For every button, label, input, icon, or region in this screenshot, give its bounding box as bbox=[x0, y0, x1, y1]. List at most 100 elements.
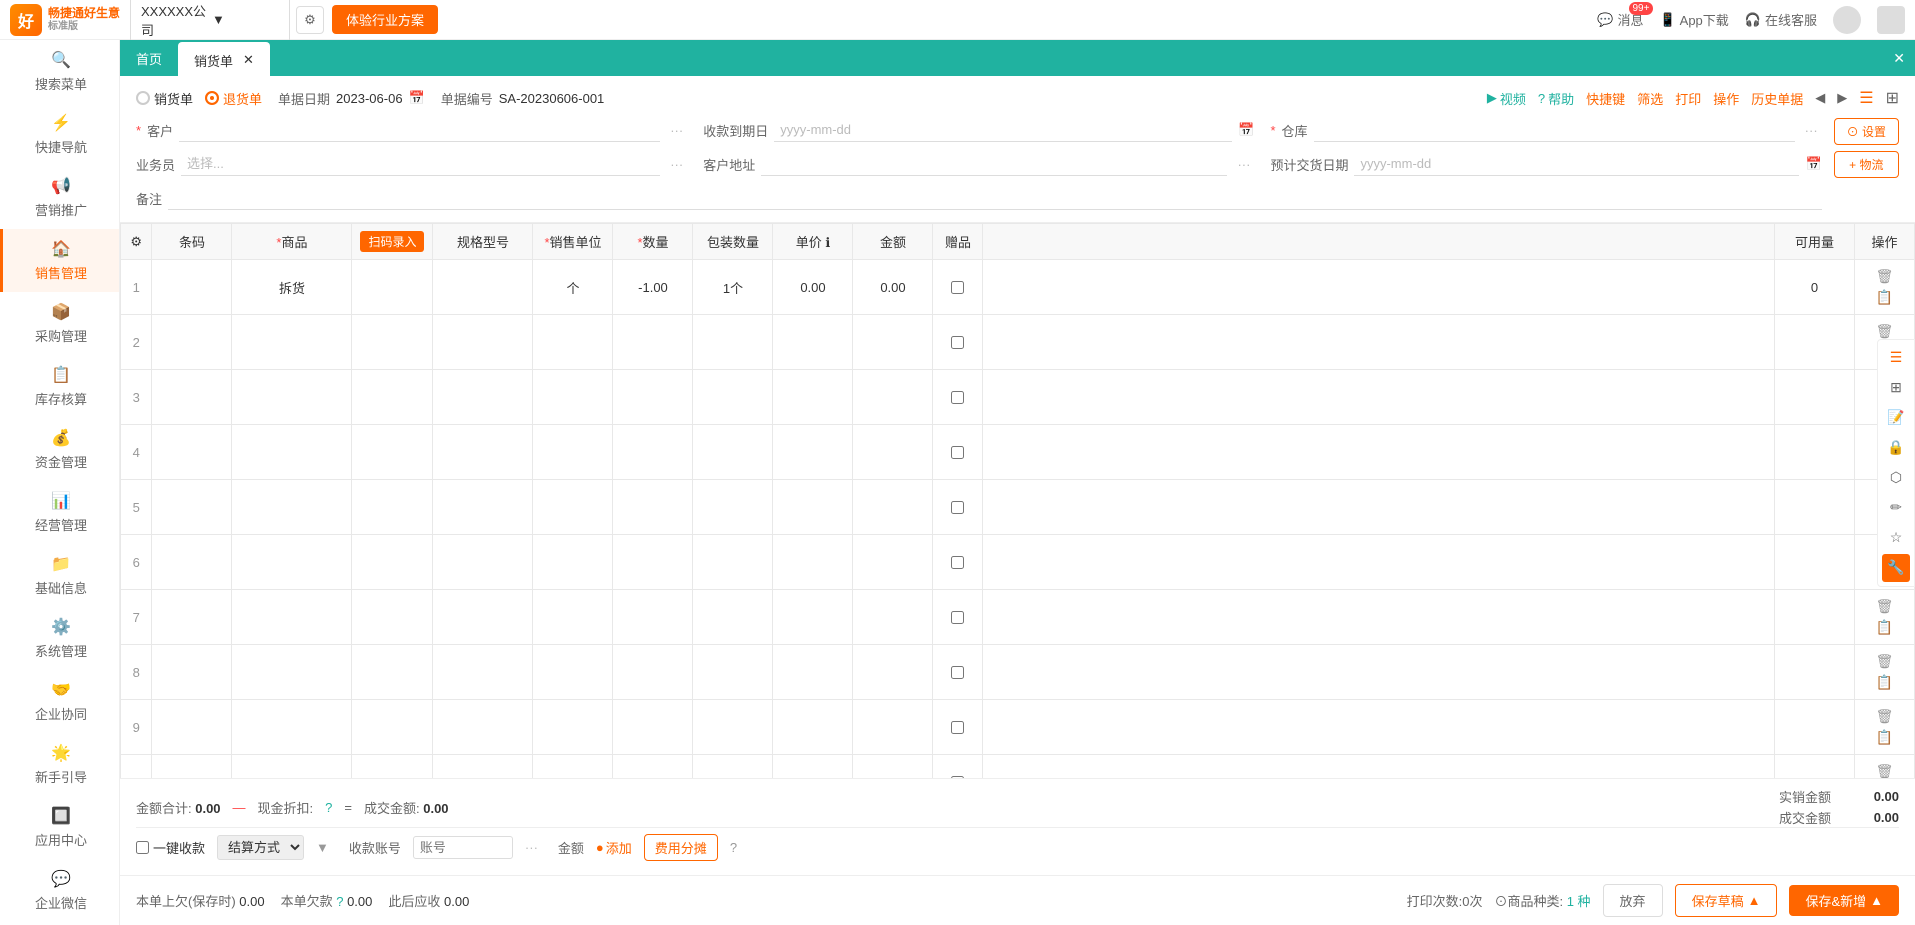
right-grid-view-icon[interactable]: ⊞ bbox=[1882, 374, 1910, 402]
right-star-icon[interactable]: ☆ bbox=[1882, 524, 1910, 552]
delete-row-btn[interactable]: 🗑 bbox=[1874, 706, 1896, 727]
product-type-value[interactable]: 1 种 bbox=[1567, 894, 1591, 909]
gift-checkbox[interactable] bbox=[951, 666, 964, 679]
remark-input[interactable] bbox=[168, 186, 1822, 210]
cell-spec[interactable] bbox=[433, 645, 533, 700]
cell-qty[interactable] bbox=[613, 590, 693, 645]
cell-price[interactable] bbox=[773, 480, 853, 535]
account-input[interactable] bbox=[413, 836, 513, 859]
cell-price[interactable] bbox=[773, 700, 853, 755]
sidebar-item-search-order[interactable]: 🔍 搜索菜单 bbox=[0, 40, 119, 103]
copy-row-btn[interactable]: 📋 bbox=[1874, 617, 1895, 638]
cell-barcode[interactable] bbox=[152, 590, 232, 645]
sidebar-item-base-info[interactable]: 📁 基础信息 bbox=[0, 544, 119, 607]
cell-barcode[interactable] bbox=[152, 535, 232, 590]
barcode-input[interactable] bbox=[160, 335, 223, 350]
customer-dots-btn[interactable]: ··· bbox=[666, 121, 687, 140]
delete-row-btn[interactable]: 🗑 bbox=[1874, 651, 1896, 672]
salesman-input[interactable] bbox=[181, 152, 660, 176]
due-date-calendar-icon[interactable]: 📅 bbox=[1238, 122, 1254, 138]
addr-dots-btn[interactable]: ··· bbox=[1233, 155, 1254, 174]
cell-barcode[interactable] bbox=[152, 425, 232, 480]
customer-input[interactable] bbox=[179, 118, 660, 142]
nav-prev-icon[interactable]: ◀ bbox=[1815, 90, 1825, 106]
close-all-tabs-btn[interactable]: ✕ bbox=[1893, 50, 1915, 67]
cell-spec[interactable] bbox=[433, 590, 533, 645]
sidebar-item-finance[interactable]: 💰 资金管理 bbox=[0, 418, 119, 481]
sidebar-item-app-center[interactable]: 🔲 应用中心 bbox=[0, 796, 119, 859]
history-btn[interactable]: 历史单据 bbox=[1751, 89, 1803, 108]
video-help-btn[interactable]: ▶ 视频 bbox=[1487, 89, 1526, 108]
cell-qty[interactable] bbox=[613, 645, 693, 700]
cell-spec[interactable] bbox=[433, 260, 533, 315]
sidebar-item-ops-mgmt[interactable]: 📊 经营管理 bbox=[0, 481, 119, 544]
table-view-icon[interactable]: ⊞ bbox=[1886, 88, 1899, 108]
abandon-btn[interactable]: 放弃 bbox=[1603, 884, 1663, 917]
cell-spec[interactable] bbox=[433, 425, 533, 480]
expected-date-calendar-icon[interactable]: 📅 bbox=[1805, 156, 1821, 172]
radio-return-order[interactable]: 退货单 bbox=[205, 89, 262, 108]
delete-row-btn[interactable]: 🗑 bbox=[1874, 596, 1896, 617]
cell-qty[interactable] bbox=[613, 535, 693, 590]
cell-spec[interactable] bbox=[433, 370, 533, 425]
right-pencil-icon[interactable]: ✏ bbox=[1882, 494, 1910, 522]
spec-input[interactable] bbox=[441, 335, 524, 350]
barcode-input[interactable] bbox=[160, 445, 223, 460]
spec-input[interactable] bbox=[441, 610, 524, 625]
gift-checkbox[interactable] bbox=[951, 556, 964, 569]
right-tool-icon[interactable]: 🔧 bbox=[1882, 554, 1910, 582]
spec-input[interactable] bbox=[441, 500, 524, 515]
payment-arrow-icon[interactable]: ▼ bbox=[316, 840, 329, 855]
cell-price[interactable] bbox=[773, 755, 853, 779]
cell-barcode[interactable] bbox=[152, 755, 232, 779]
gift-checkbox[interactable] bbox=[951, 336, 964, 349]
sidebar-item-new-guide[interactable]: 🌟 新手引导 bbox=[0, 733, 119, 796]
cell-qty[interactable] bbox=[613, 315, 693, 370]
cell-spec[interactable] bbox=[433, 480, 533, 535]
cell-barcode[interactable] bbox=[152, 370, 232, 425]
cell-qty[interactable] bbox=[613, 700, 693, 755]
cell-price[interactable] bbox=[773, 425, 853, 480]
gift-checkbox[interactable] bbox=[951, 721, 964, 734]
message-btn[interactable]: 💬 消息 99+ bbox=[1597, 10, 1643, 29]
gift-checkbox[interactable] bbox=[951, 611, 964, 624]
th-settings[interactable]: ⚙ bbox=[121, 224, 152, 260]
delete-row-btn[interactable]: 🗑 bbox=[1874, 761, 1896, 778]
cell-price[interactable]: 0.00 bbox=[773, 260, 853, 315]
settings-gear-btn[interactable]: ⚙ bbox=[296, 6, 324, 34]
tab-close-icon[interactable]: ✕ bbox=[243, 52, 254, 68]
sidebar-item-quick-nav[interactable]: ⚡ 快捷导航 bbox=[0, 103, 119, 166]
cell-qty[interactable] bbox=[613, 480, 693, 535]
fee-split-btn[interactable]: 费用分摊 bbox=[644, 834, 718, 861]
barcode-input[interactable] bbox=[160, 665, 223, 680]
delete-row-btn[interactable]: 🗑 bbox=[1874, 266, 1896, 287]
filter-btn[interactable]: 筛选 bbox=[1637, 89, 1663, 108]
setting-btn[interactable]: ⊙ 设置 bbox=[1834, 118, 1899, 145]
cell-price[interactable] bbox=[773, 315, 853, 370]
copy-row-btn[interactable]: 📋 bbox=[1874, 727, 1895, 748]
gift-checkbox[interactable] bbox=[951, 391, 964, 404]
save-new-btn[interactable]: 保存&新增 ▲ bbox=[1789, 885, 1899, 916]
barcode-input[interactable] bbox=[160, 610, 223, 625]
due-date-input[interactable] bbox=[774, 118, 1232, 142]
user-avatar-secondary[interactable] bbox=[1877, 6, 1905, 34]
tab-sales-order[interactable]: 销货单 ✕ bbox=[178, 42, 270, 78]
list-view-icon[interactable]: ☰ bbox=[1859, 88, 1873, 108]
calendar-icon[interactable]: 📅 bbox=[409, 90, 425, 106]
one-click-checkbox-input[interactable] bbox=[136, 841, 149, 854]
spec-input[interactable] bbox=[441, 720, 524, 735]
right-lock-icon[interactable]: 🔒 bbox=[1882, 434, 1910, 462]
shortcut-btn[interactable]: 快捷键 bbox=[1586, 89, 1625, 108]
barcode-input[interactable] bbox=[160, 280, 223, 295]
help-btn[interactable]: ? 帮助 bbox=[1538, 89, 1574, 108]
sidebar-item-wechat[interactable]: 💬 企业微信 bbox=[0, 859, 119, 922]
cell-qty[interactable] bbox=[613, 425, 693, 480]
spec-input[interactable] bbox=[441, 390, 524, 405]
dots-account[interactable]: ··· bbox=[525, 840, 538, 855]
calc-method-select[interactable]: 结算方式 bbox=[217, 835, 304, 860]
one-click-payment-checkbox[interactable]: 一键收款 bbox=[136, 838, 205, 857]
expected-date-input[interactable] bbox=[1354, 152, 1799, 176]
sidebar-item-purchase-mgmt[interactable]: 📦 采购管理 bbox=[0, 292, 119, 355]
cell-spec[interactable] bbox=[433, 755, 533, 779]
warehouse-dots-btn[interactable]: ··· bbox=[1801, 121, 1822, 140]
